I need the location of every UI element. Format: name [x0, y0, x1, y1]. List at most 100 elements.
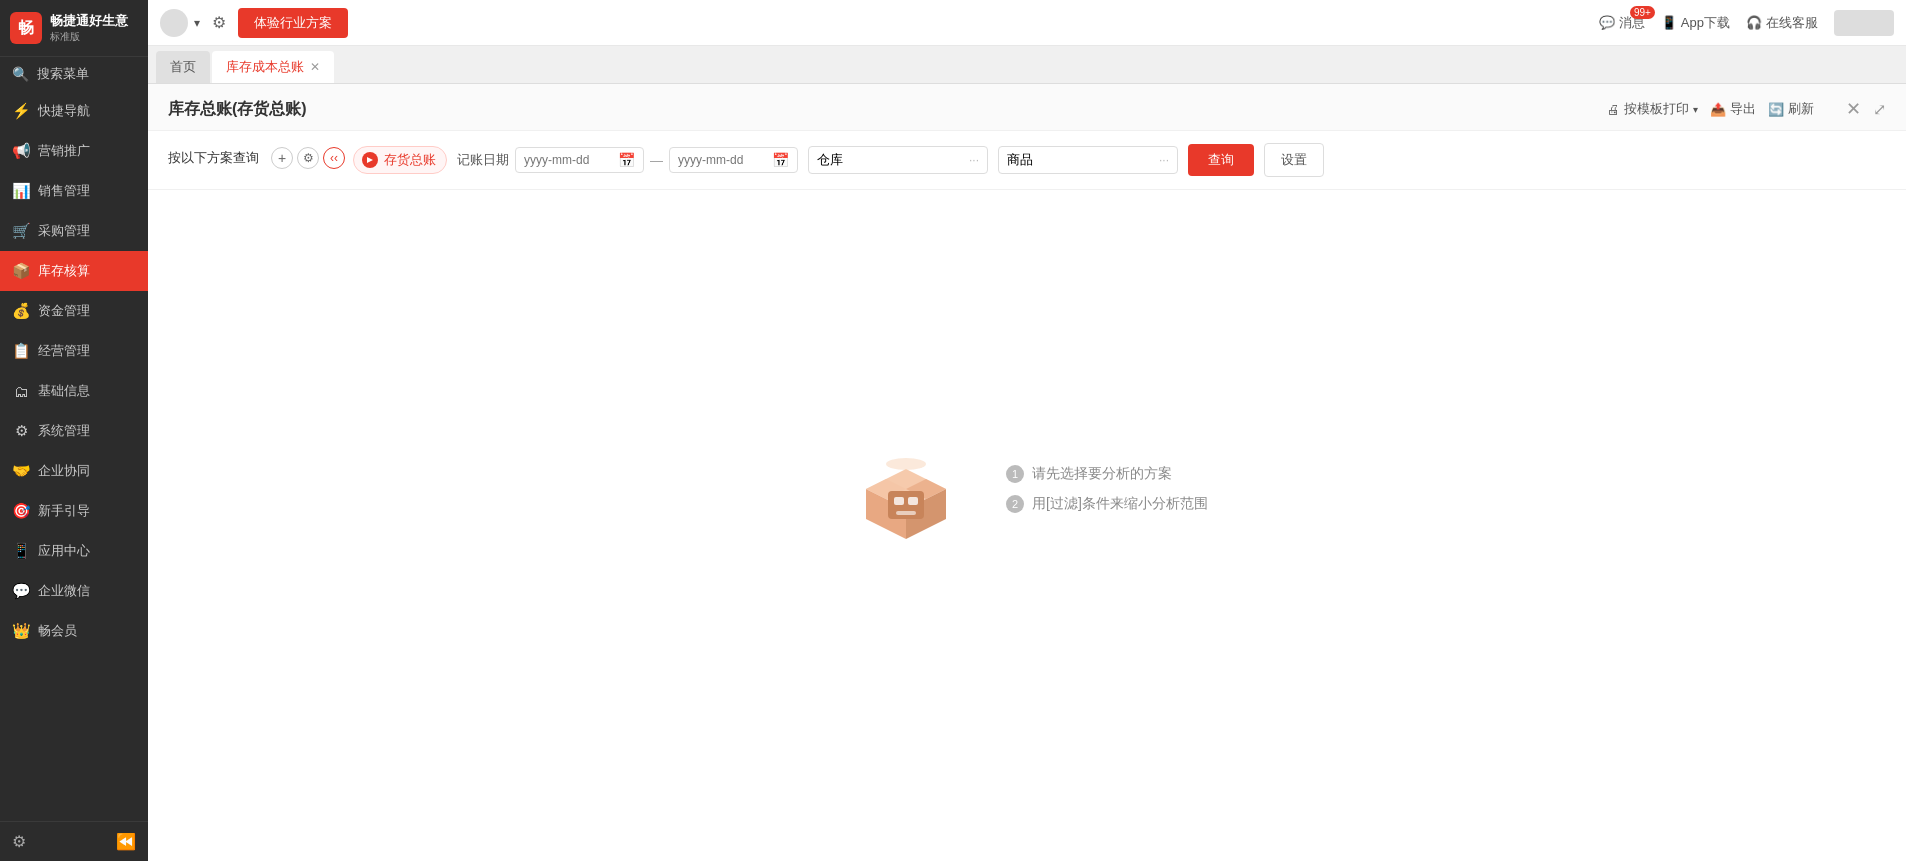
print-label: 按模板打印 — [1624, 100, 1689, 118]
refresh-btn[interactable]: 🔄 刷新 — [1768, 100, 1814, 118]
page-close-btn[interactable]: ✕ — [1846, 98, 1861, 120]
sidebar-nav: ⚡ 快捷导航 📢 营销推广 📊 销售管理 🛒 采购管理 📦 库存核算 💰 资金管… — [0, 91, 148, 821]
filter-area: 按以下方案查询 + ⚙ ‹‹ — [148, 131, 1906, 190]
collapse-sidebar-icon[interactable]: ⏪ — [116, 832, 136, 851]
tab-inventory-ledger-label: 库存成本总账 — [226, 58, 304, 76]
sidebar-item-cooperation[interactable]: 🤝 企业协同 — [0, 451, 148, 491]
empty-tip-1: 1 请先选择要分析的方案 — [1006, 465, 1208, 483]
filter-add-collapse-btns: + ⚙ ‹‹ — [271, 143, 345, 169]
online-support-label: 在线客服 — [1766, 14, 1818, 32]
date-field-label: 记账日期 — [457, 151, 509, 169]
sidebar-item-system[interactable]: ⚙ 系统管理 — [0, 411, 148, 451]
tip-num-1: 1 — [1006, 465, 1024, 483]
sidebar-item-label: 库存核算 — [38, 262, 90, 280]
tab-close-icon[interactable]: ✕ — [310, 60, 320, 74]
print-btn[interactable]: 🖨 按模板打印 ▾ — [1607, 100, 1698, 118]
logo-icon: 畅 — [10, 12, 42, 44]
newbie-icon: 🎯 — [12, 502, 30, 520]
export-label: 导出 — [1730, 100, 1756, 118]
app-download-btn[interactable]: 📱 App下载 — [1661, 14, 1730, 32]
sidebar-item-label: 应用中心 — [38, 542, 90, 560]
sidebar: 畅 畅捷通好生意 标准版 🔍 搜索菜单 ⚡ 快捷导航 📢 营销推广 📊 销售管理… — [0, 0, 148, 861]
calendar-start-icon[interactable]: 📅 — [618, 152, 635, 168]
search-icon: 🔍 — [12, 66, 29, 82]
sidebar-item-capital[interactable]: 💰 资金管理 — [0, 291, 148, 331]
capital-icon: 💰 — [12, 302, 30, 320]
sidebar-item-label: 经营管理 — [38, 342, 90, 360]
product-label: 商品 — [1007, 151, 1033, 169]
print-icon: 🖨 — [1607, 102, 1620, 117]
sidebar-item-marketing[interactable]: 📢 营销推广 — [0, 131, 148, 171]
sidebar-item-operation[interactable]: 📋 经营管理 — [0, 331, 148, 371]
sidebar-item-label: 畅会员 — [38, 622, 77, 640]
quick-nav-icon: ⚡ — [12, 102, 30, 120]
tab-inventory-ledger[interactable]: 库存成本总账 ✕ — [212, 51, 334, 83]
system-icon: ⚙ — [12, 422, 30, 440]
calendar-end-icon[interactable]: 📅 — [772, 152, 789, 168]
search-label: 搜索菜单 — [37, 65, 89, 83]
app-download-label: App下载 — [1681, 14, 1730, 32]
print-dropdown-icon[interactable]: ▾ — [1693, 104, 1698, 115]
svg-rect-8 — [896, 511, 916, 515]
sidebar-item-label: 采购管理 — [38, 222, 90, 240]
tip-text-1: 请先选择要分析的方案 — [1032, 465, 1172, 483]
purchase-icon: 🛒 — [12, 222, 30, 240]
sidebar-item-purchase[interactable]: 🛒 采购管理 — [0, 211, 148, 251]
tab-home-label: 首页 — [170, 58, 196, 76]
export-btn[interactable]: 📤 导出 — [1710, 100, 1756, 118]
header-actions: 🖨 按模板打印 ▾ 📤 导出 🔄 刷新 ✕ ⤢ — [1607, 98, 1886, 120]
product-more-icon[interactable]: ··· — [1159, 153, 1169, 167]
sidebar-item-label: 基础信息 — [38, 382, 90, 400]
settings-filter-btn[interactable]: ⚙ — [297, 147, 319, 169]
sidebar-item-inventory[interactable]: 📦 库存核算 — [0, 251, 148, 291]
settings-button[interactable]: 设置 — [1264, 143, 1324, 177]
tip-text-2: 用[过滤]条件来缩小分析范围 — [1032, 495, 1208, 513]
sidebar-item-wechat[interactable]: 💬 企业微信 — [0, 571, 148, 611]
sidebar-item-label: 企业微信 — [38, 582, 90, 600]
warehouse-label: 仓库 — [817, 151, 843, 169]
sidebar-item-label: 销售管理 — [38, 182, 90, 200]
settings-icon[interactable]: ⚙ — [208, 9, 230, 36]
expand-icon[interactable]: ⤢ — [1873, 100, 1886, 119]
sidebar-item-member[interactable]: 👑 畅会员 — [0, 611, 148, 651]
date-start-input-wrap[interactable]: 📅 — [515, 147, 644, 173]
sidebar-search[interactable]: 🔍 搜索菜单 — [0, 57, 148, 91]
svg-rect-6 — [894, 497, 904, 505]
sidebar-item-basic[interactable]: 🗂 基础信息 — [0, 371, 148, 411]
date-end-input[interactable] — [678, 153, 768, 167]
date-end-input-wrap[interactable]: 📅 — [669, 147, 798, 173]
tab-home[interactable]: 首页 — [156, 51, 210, 83]
warehouse-more-icon[interactable]: ··· — [969, 153, 979, 167]
add-filter-btn[interactable]: + — [271, 147, 293, 169]
collapse-filter-btn[interactable]: ‹‹ — [323, 147, 345, 169]
sidebar-item-sales[interactable]: 📊 销售管理 — [0, 171, 148, 211]
empty-tips: 1 请先选择要分析的方案 2 用[过滤]条件来缩小分析范围 — [1006, 465, 1208, 513]
sidebar-item-label: 资金管理 — [38, 302, 90, 320]
scheme-tag[interactable]: 存货总账 — [353, 146, 447, 174]
wechat-icon: 💬 — [12, 582, 30, 600]
tip-num-2: 2 — [1006, 495, 1024, 513]
settings-gear-icon[interactable]: ⚙ — [12, 832, 26, 851]
product-filter[interactable]: 商品 ··· — [998, 146, 1178, 174]
sales-icon: 📊 — [12, 182, 30, 200]
warehouse-filter[interactable]: 仓库 ··· — [808, 146, 988, 174]
topbar-right: 💬 消息 99+ 📱 App下载 🎧 在线客服 — [1599, 10, 1894, 36]
trial-button[interactable]: 体验行业方案 — [238, 8, 348, 38]
sidebar-item-quick-nav[interactable]: ⚡ 快捷导航 — [0, 91, 148, 131]
date-start-input[interactable] — [524, 153, 614, 167]
phone-icon: 📱 — [1661, 15, 1677, 30]
page-header: 库存总账(存货总账) 🖨 按模板打印 ▾ 📤 导出 🔄 刷新 ✕ ⤢ — [148, 84, 1906, 131]
edition-label: 标准版 — [50, 30, 128, 43]
marketing-icon: 📢 — [12, 142, 30, 160]
empty-state: 1 请先选择要分析的方案 2 用[过滤]条件来缩小分析范围 — [148, 190, 1906, 787]
svg-point-9 — [886, 458, 926, 470]
operation-icon: 📋 — [12, 342, 30, 360]
message-btn[interactable]: 💬 消息 99+ — [1599, 14, 1645, 32]
online-support-btn[interactable]: 🎧 在线客服 — [1746, 14, 1818, 32]
query-button[interactable]: 查询 — [1188, 144, 1254, 176]
sidebar-item-newbie[interactable]: 🎯 新手引导 — [0, 491, 148, 531]
tabbar: 首页 库存成本总账 ✕ — [148, 46, 1906, 84]
user-dropdown-icon[interactable]: ▾ — [194, 16, 200, 30]
sidebar-item-app-center[interactable]: 📱 应用中心 — [0, 531, 148, 571]
sidebar-item-label: 快捷导航 — [38, 102, 90, 120]
